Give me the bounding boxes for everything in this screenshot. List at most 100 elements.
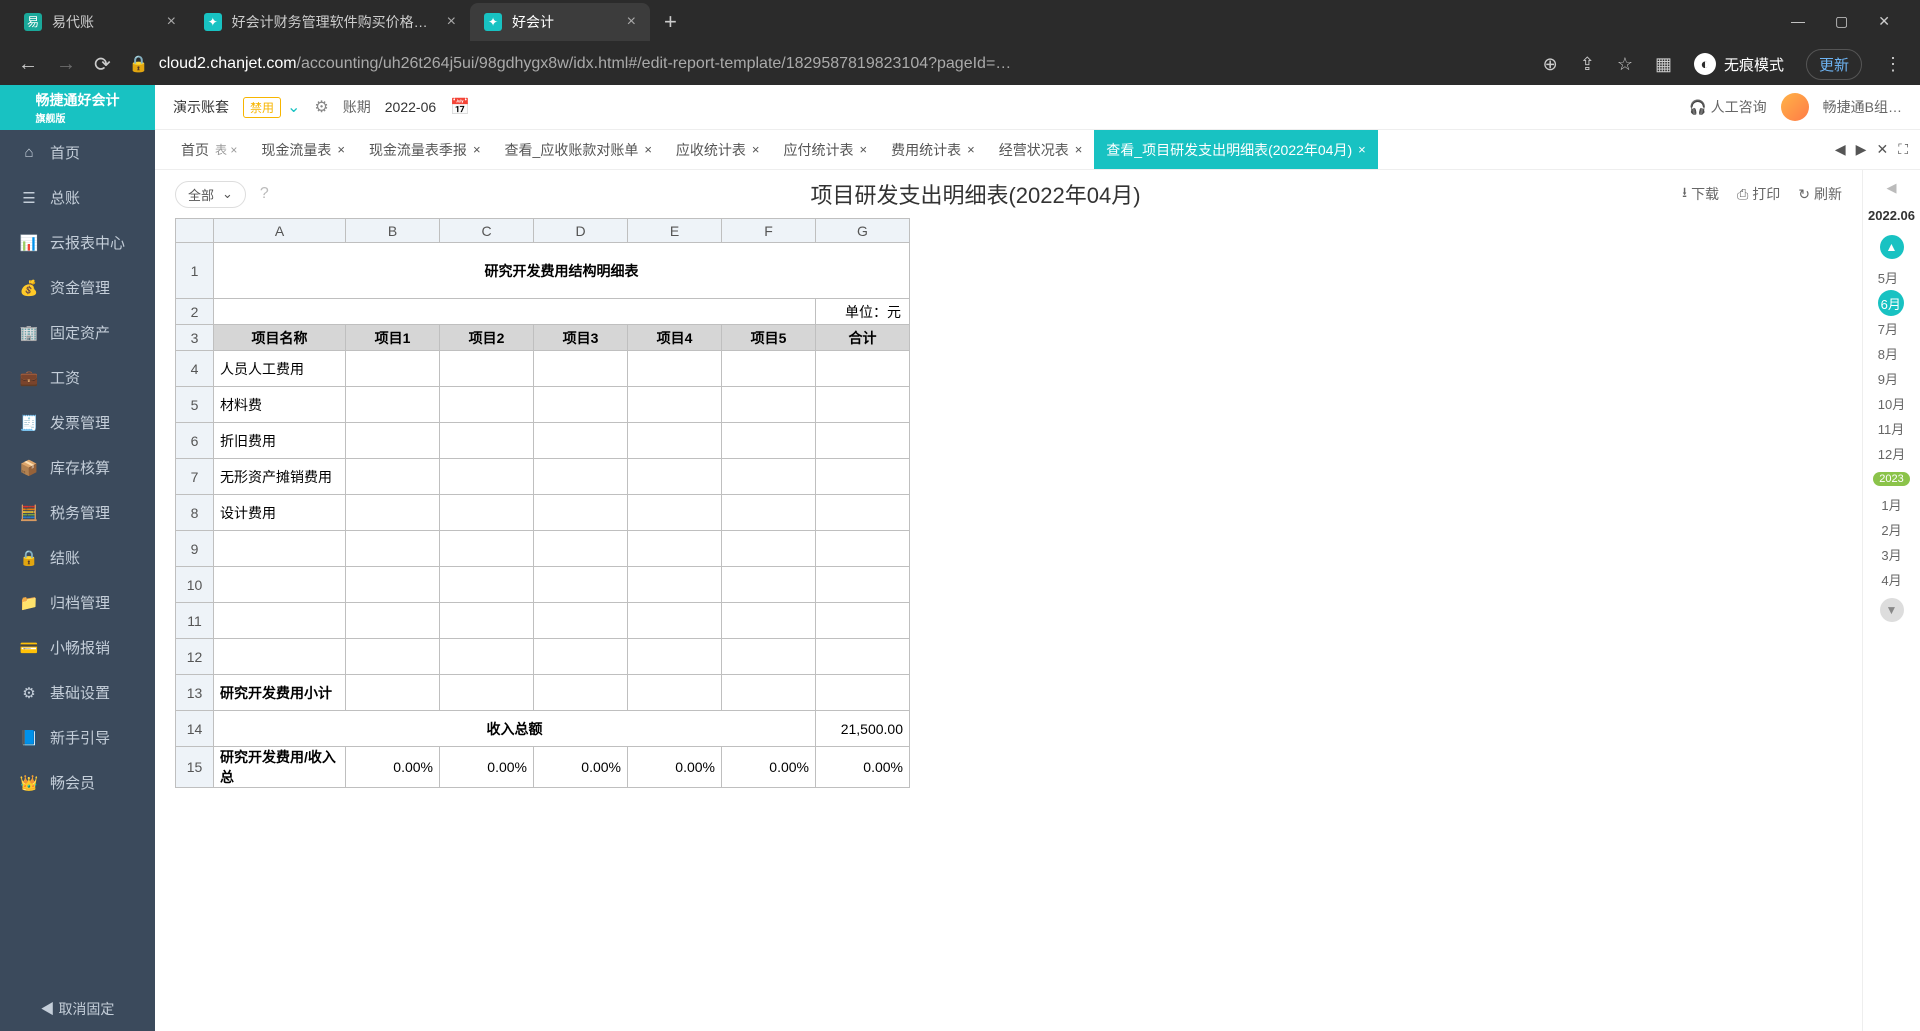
sidebar-item-8[interactable]: 🧮 税务管理 xyxy=(0,490,155,535)
avatar[interactable] xyxy=(1781,93,1809,121)
cell-10-B[interactable] xyxy=(346,567,440,603)
cell-11-D[interactable] xyxy=(534,603,628,639)
timeline-down[interactable]: ▼ xyxy=(1880,598,1904,622)
bookmark-icon[interactable]: ☆ xyxy=(1617,54,1633,75)
month-11月[interactable]: 11月 xyxy=(1878,416,1905,441)
sidebar-item-10[interactable]: 📁 归档管理 xyxy=(0,580,155,625)
tab-close-7[interactable]: × xyxy=(1075,142,1083,157)
cell-9-E[interactable] xyxy=(628,531,722,567)
user-name[interactable]: 畅捷通B组… xyxy=(1823,97,1902,117)
help-icon[interactable]: ? xyxy=(260,185,269,203)
cell-4-A[interactable]: 人员人工费用 xyxy=(214,351,346,387)
sheet-scroll[interactable]: ABCDEFG1研究开发费用结构明细表2单位：元3项目名称项目1项目2项目3项目… xyxy=(175,218,1842,1021)
cell-8-B[interactable] xyxy=(346,495,440,531)
new-tab-button[interactable]: + xyxy=(650,9,691,35)
col-G[interactable]: G xyxy=(816,219,910,243)
row-9[interactable]: 9 xyxy=(176,531,214,567)
tabs-close-all[interactable]: ✕ xyxy=(1876,141,1888,158)
cell-12-G[interactable] xyxy=(816,639,910,675)
download-button[interactable]: ⭳ 下载 xyxy=(1682,182,1719,206)
cell-8-F[interactable] xyxy=(722,495,816,531)
col-F[interactable]: F xyxy=(722,219,816,243)
row-15[interactable]: 15 xyxy=(176,747,214,788)
cell-9-C[interactable] xyxy=(440,531,534,567)
tab-close-8[interactable]: × xyxy=(1358,142,1366,157)
month-5月[interactable]: 5月 xyxy=(1878,265,1905,290)
cell-5-F[interactable] xyxy=(722,387,816,423)
row-6[interactable]: 6 xyxy=(176,423,214,459)
cell-4-B[interactable] xyxy=(346,351,440,387)
cell-5-A[interactable]: 材料费 xyxy=(214,387,346,423)
row-11[interactable]: 11 xyxy=(176,603,214,639)
browser-tab-1[interactable]: ✦ 好会计财务管理软件购买价格及… × xyxy=(190,3,470,41)
nav-reload[interactable]: ⟳ xyxy=(94,52,111,77)
cell-9-F[interactable] xyxy=(722,531,816,567)
col-D[interactable]: D xyxy=(534,219,628,243)
cell-12-C[interactable] xyxy=(440,639,534,675)
cell-10-C[interactable] xyxy=(440,567,534,603)
col-B[interactable]: B xyxy=(346,219,440,243)
tab-close-2[interactable]: × xyxy=(627,13,636,31)
col-E[interactable]: E xyxy=(628,219,722,243)
tab-close-2[interactable]: × xyxy=(473,142,481,157)
sidebar-item-2[interactable]: 📊 云报表中心 xyxy=(0,220,155,265)
sidebar-item-0[interactable]: ⌂ 首页 xyxy=(0,130,155,175)
cell-8-G[interactable] xyxy=(816,495,910,531)
cell-6-B[interactable] xyxy=(346,423,440,459)
content-tab-7[interactable]: 经营状况表× xyxy=(987,130,1095,169)
row-8[interactable]: 8 xyxy=(176,495,214,531)
cell-6-E[interactable] xyxy=(628,423,722,459)
cell-11-F[interactable] xyxy=(722,603,816,639)
share-icon[interactable]: ⇪ xyxy=(1580,54,1595,75)
tabs-fullscreen[interactable]: ⛶ xyxy=(1898,141,1908,158)
cell-13-E[interactable] xyxy=(628,675,722,711)
cell-6-G[interactable] xyxy=(816,423,910,459)
cell-4-E[interactable] xyxy=(628,351,722,387)
month-10月[interactable]: 10月 xyxy=(1878,391,1905,416)
content-tab-1[interactable]: 现金流量表× xyxy=(249,130,357,169)
window-close[interactable]: ✕ xyxy=(1878,13,1890,30)
month-4月[interactable]: 4月 xyxy=(1881,567,1901,592)
cell-7-E[interactable] xyxy=(628,459,722,495)
timeline-up[interactable]: ▲ xyxy=(1880,235,1904,259)
cell-8-D[interactable] xyxy=(534,495,628,531)
print-button[interactable]: ⎙ 打印 xyxy=(1737,182,1780,206)
cell-13-D[interactable] xyxy=(534,675,628,711)
cell-9-G[interactable] xyxy=(816,531,910,567)
cell-8-A[interactable]: 设计费用 xyxy=(214,495,346,531)
month-8月[interactable]: 8月 xyxy=(1878,341,1905,366)
window-minimize[interactable]: — xyxy=(1791,13,1805,30)
month-6月[interactable]: 6月 xyxy=(1878,290,1904,316)
content-tab-4[interactable]: 应收统计表× xyxy=(664,130,772,169)
timeline-collapse[interactable]: ◀ xyxy=(1887,180,1897,196)
col-A[interactable]: A xyxy=(214,219,346,243)
cell-9-B[interactable] xyxy=(346,531,440,567)
cell-11-A[interactable] xyxy=(214,603,346,639)
row-5[interactable]: 5 xyxy=(176,387,214,423)
sidebar-unpin[interactable]: ◀ 取消固定 xyxy=(0,987,155,1031)
cell-7-D[interactable] xyxy=(534,459,628,495)
cell-12-E[interactable] xyxy=(628,639,722,675)
sidebar-item-3[interactable]: 💰 资金管理 xyxy=(0,265,155,310)
row-12[interactable]: 12 xyxy=(176,639,214,675)
tab-close-6[interactable]: × xyxy=(967,142,975,157)
row-3[interactable]: 3 xyxy=(176,325,214,351)
window-maximize[interactable]: ▢ xyxy=(1835,13,1848,30)
extensions-icon[interactable]: ▦ xyxy=(1655,54,1672,75)
cell-11-C[interactable] xyxy=(440,603,534,639)
cell-11-G[interactable] xyxy=(816,603,910,639)
cell-13-G[interactable] xyxy=(816,675,910,711)
nav-forward[interactable]: → xyxy=(56,53,76,76)
tab-close-1[interactable]: × xyxy=(337,142,345,157)
cell-10-F[interactable] xyxy=(722,567,816,603)
cell-9-D[interactable] xyxy=(534,531,628,567)
content-tab-2[interactable]: 现金流量表季报× xyxy=(357,130,493,169)
tabs-next[interactable]: ▶ xyxy=(1856,141,1867,158)
cell-7-G[interactable] xyxy=(816,459,910,495)
url-field[interactable]: 🔒 cloud2.chanjet.com/accounting/uh26t264… xyxy=(129,54,1525,74)
cell-12-A[interactable] xyxy=(214,639,346,675)
cell-8-E[interactable] xyxy=(628,495,722,531)
cell-5-E[interactable] xyxy=(628,387,722,423)
sidebar-item-11[interactable]: 💳 小畅报销 xyxy=(0,625,155,670)
sidebar-item-5[interactable]: 💼 工资 xyxy=(0,355,155,400)
